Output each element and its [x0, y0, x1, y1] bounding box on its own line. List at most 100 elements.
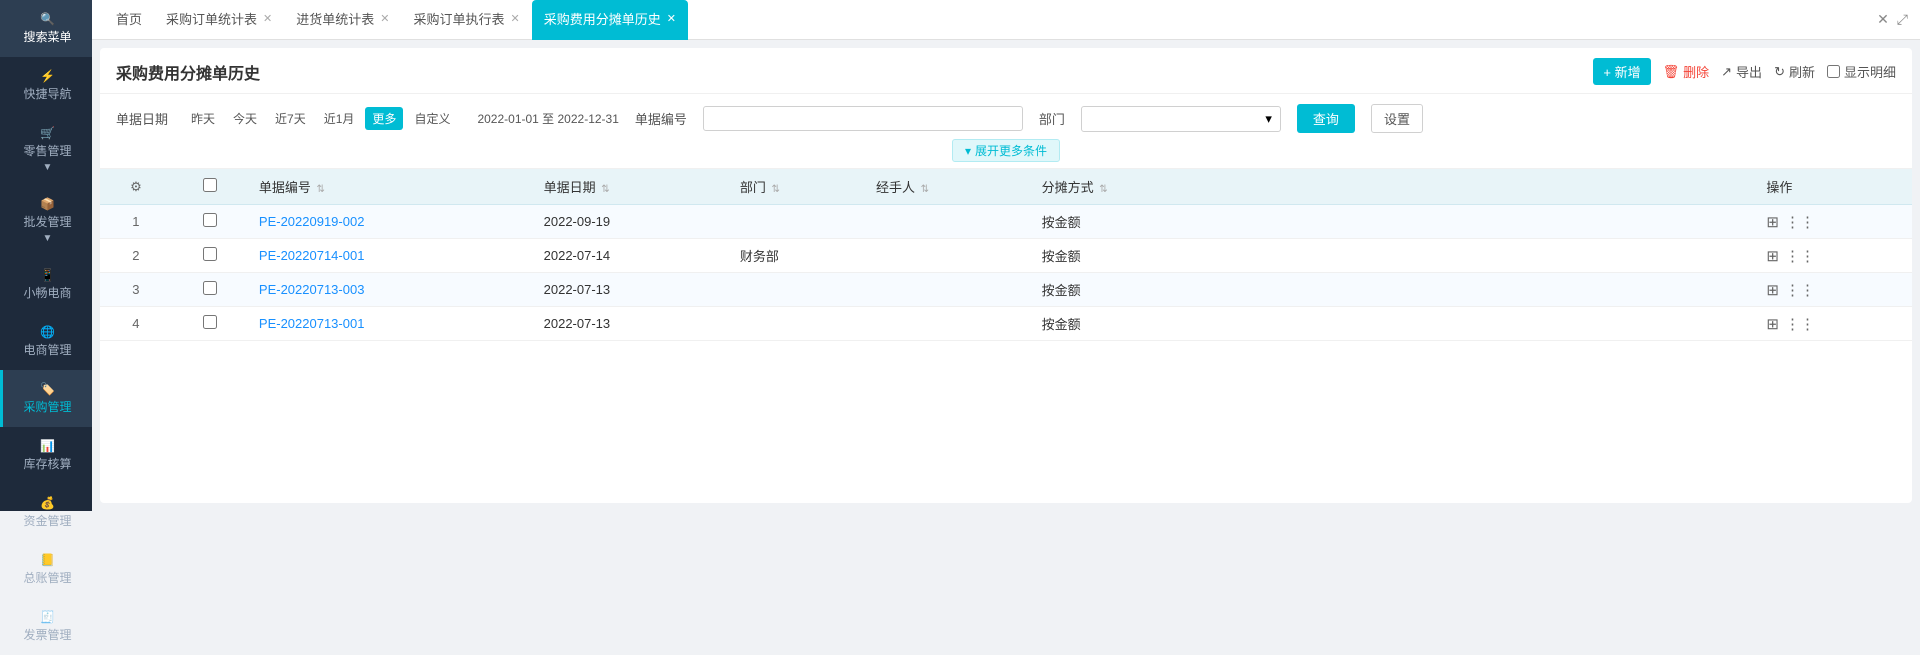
row-dept [730, 307, 866, 341]
row-actions: ⊞ ⋮⋮ [1756, 307, 1912, 341]
sidebar-item-finance[interactable]: 💰 资金管理 [0, 484, 92, 541]
filter-row-main: 单据日期 昨天 今天 近7天 近1月 更多 自定义 2022-01-01 至 2… [116, 104, 1896, 133]
select-all-checkbox[interactable] [203, 178, 217, 192]
tab-bar: 首页 采购订单统计表 ✕ 进货单统计表 ✕ 采购订单执行表 ✕ 采购费用分摊单历… [92, 0, 1920, 40]
row-more-icon[interactable]: ⋮⋮ [1785, 315, 1815, 333]
filter-settings-button[interactable]: 设置 [1371, 104, 1423, 133]
row-handler [866, 273, 1032, 307]
tab-home[interactable]: 首页 [104, 0, 154, 40]
tab-purchase-order-exec[interactable]: 采购订单执行表 ✕ [401, 0, 531, 40]
doc-num-label: 单据编号 [635, 109, 687, 128]
row-more-icon[interactable]: ⋮⋮ [1785, 247, 1815, 265]
row-num: 4 [100, 307, 172, 341]
date-btn-1month[interactable]: 近1月 [317, 107, 362, 130]
row-handler [866, 307, 1032, 341]
tab-close-purchase-order-exec[interactable]: ✕ [511, 12, 520, 25]
date-btn-today[interactable]: 今天 [226, 107, 264, 130]
tab-purchase-order-stats[interactable]: 采购订单统计表 ✕ [154, 0, 284, 40]
date-btn-custom[interactable]: 自定义 [407, 107, 457, 130]
row-doc-date: 2022-07-13 [534, 307, 730, 341]
display-toggle-checkbox[interactable] [1827, 65, 1840, 78]
date-btn-more[interactable]: 更多 [365, 107, 403, 130]
date-btn-7days[interactable]: 近7天 [268, 107, 313, 130]
doc-num-link[interactable]: PE-20220714-001 [259, 248, 365, 263]
query-button[interactable]: 查询 [1297, 104, 1355, 133]
doc-num-input[interactable] [703, 106, 1023, 131]
sidebar-item-invoice[interactable]: 🧾 发票管理 [0, 598, 92, 655]
sidebar-item-mini[interactable]: 📱 小畅电商 [0, 256, 92, 313]
row-checkbox[interactable] [203, 247, 217, 261]
column-dept: 部门 ⇅ [730, 169, 866, 205]
expand-more-button[interactable]: ▾ 展开更多条件 [952, 139, 1060, 162]
date-buttons: 昨天 今天 近7天 近1月 更多 自定义 [184, 107, 457, 130]
tab-close-purchase-arrival-stats[interactable]: ✕ [380, 12, 389, 25]
tab-purchase-cost-history[interactable]: 采购费用分摊单历史 ✕ [532, 0, 688, 40]
tab-actions: ✕ ⤢ [1877, 11, 1908, 28]
row-view-icon[interactable]: ⊞ [1766, 247, 1779, 265]
doc-num-link[interactable]: PE-20220713-003 [259, 282, 365, 297]
sidebar-item-search[interactable]: 🔍 搜索菜单 [0, 0, 92, 57]
row-handler [866, 239, 1032, 273]
tab-maximize-icon[interactable]: ⤢ [1897, 11, 1908, 28]
delete-button[interactable]: 🗑 删除 [1663, 62, 1710, 81]
add-button[interactable]: + 新增 [1593, 58, 1650, 85]
sidebar-item-wholesale[interactable]: 📦 批发管理 ▼ [0, 185, 92, 256]
row-checkbox[interactable] [203, 281, 217, 295]
tab-purchase-arrival-stats[interactable]: 进货单统计表 ✕ [284, 0, 401, 40]
table-header-row: ⚙ 单据编号 ⇅ 单据日期 ⇅ 部门 [100, 169, 1912, 205]
sort-dept-icon[interactable]: ⇅ [771, 184, 779, 195]
table-wrap: ⚙ 单据编号 ⇅ 单据日期 ⇅ 部门 [100, 169, 1912, 503]
column-checkbox [172, 169, 249, 205]
date-btn-yesterday[interactable]: 昨天 [184, 107, 222, 130]
sort-doc-date-icon[interactable]: ⇅ [601, 184, 609, 195]
row-split-method: 按金额 [1032, 205, 1757, 239]
row-checkbox[interactable] [203, 213, 217, 227]
sidebar-item-accounting[interactable]: 📒 总账管理 [0, 541, 92, 598]
row-doc-num: PE-20220713-003 [249, 273, 534, 307]
row-doc-date: 2022-07-13 [534, 273, 730, 307]
row-view-icon[interactable]: ⊞ [1766, 315, 1779, 333]
refresh-icon: ↻ [1774, 64, 1785, 80]
column-actions: 操作 [1756, 169, 1912, 205]
page-title: 采购费用分摊单历史 [116, 60, 260, 84]
export-button[interactable]: ↗ 导出 [1721, 62, 1762, 81]
row-dept [730, 205, 866, 239]
sort-handler-icon[interactable]: ⇅ [921, 184, 929, 195]
sidebar-item-purchase[interactable]: 🏷️ 采购管理 [0, 370, 92, 427]
column-doc-date: 单据日期 ⇅ [534, 169, 730, 205]
doc-num-link[interactable]: PE-20220713-001 [259, 316, 365, 331]
sidebar-item-ecommerce[interactable]: 🌐 电商管理 [0, 313, 92, 370]
row-more-icon[interactable]: ⋮⋮ [1785, 213, 1815, 231]
sidebar-item-inventory[interactable]: 📊 库存核算 [0, 427, 92, 484]
column-doc-num: 单据编号 ⇅ [249, 169, 534, 205]
tab-close-all-icon[interactable]: ✕ [1877, 11, 1889, 28]
page-content: 采购费用分摊单历史 + 新增 🗑 删除 ↗ 导出 ↻ 刷新 显示明细 [100, 48, 1912, 503]
dept-label: 部门 [1039, 109, 1065, 128]
column-settings[interactable]: ⚙ [100, 169, 172, 205]
row-view-icon[interactable]: ⊞ [1766, 281, 1779, 299]
row-doc-date: 2022-07-14 [534, 239, 730, 273]
display-toggle[interactable]: 显示明细 [1827, 62, 1896, 81]
row-checkbox-cell [172, 307, 249, 341]
sidebar-item-retail[interactable]: 🛒 零售管理 ▼ [0, 114, 92, 185]
row-view-icon[interactable]: ⊞ [1766, 213, 1779, 231]
refresh-button[interactable]: ↻ 刷新 [1774, 62, 1815, 81]
table-row: 1 PE-20220919-002 2022-09-19 按金额 ⊞ ⋮⋮ [100, 205, 1912, 239]
dept-select[interactable]: ▾ [1081, 106, 1281, 132]
row-actions: ⊞ ⋮⋮ [1756, 205, 1912, 239]
row-actions: ⊞ ⋮⋮ [1756, 239, 1912, 273]
chevron-down-icon: ▾ [1265, 111, 1272, 127]
row-checkbox[interactable] [203, 315, 217, 329]
data-table: ⚙ 单据编号 ⇅ 单据日期 ⇅ 部门 [100, 169, 1912, 341]
doc-num-link[interactable]: PE-20220919-002 [259, 214, 365, 229]
row-checkbox-cell [172, 205, 249, 239]
tab-close-purchase-cost-history[interactable]: ✕ [667, 12, 676, 25]
sort-split-icon[interactable]: ⇅ [1099, 184, 1107, 195]
row-split-method: 按金额 [1032, 307, 1757, 341]
date-label: 单据日期 [116, 109, 168, 128]
sidebar-item-shortcut[interactable]: ⚡ 快捷导航 [0, 57, 92, 114]
tab-close-purchase-order-stats[interactable]: ✕ [263, 12, 272, 25]
row-more-icon[interactable]: ⋮⋮ [1785, 281, 1815, 299]
page-header: 采购费用分摊单历史 + 新增 🗑 删除 ↗ 导出 ↻ 刷新 显示明细 [100, 48, 1912, 94]
sort-doc-num-icon[interactable]: ⇅ [317, 184, 325, 195]
